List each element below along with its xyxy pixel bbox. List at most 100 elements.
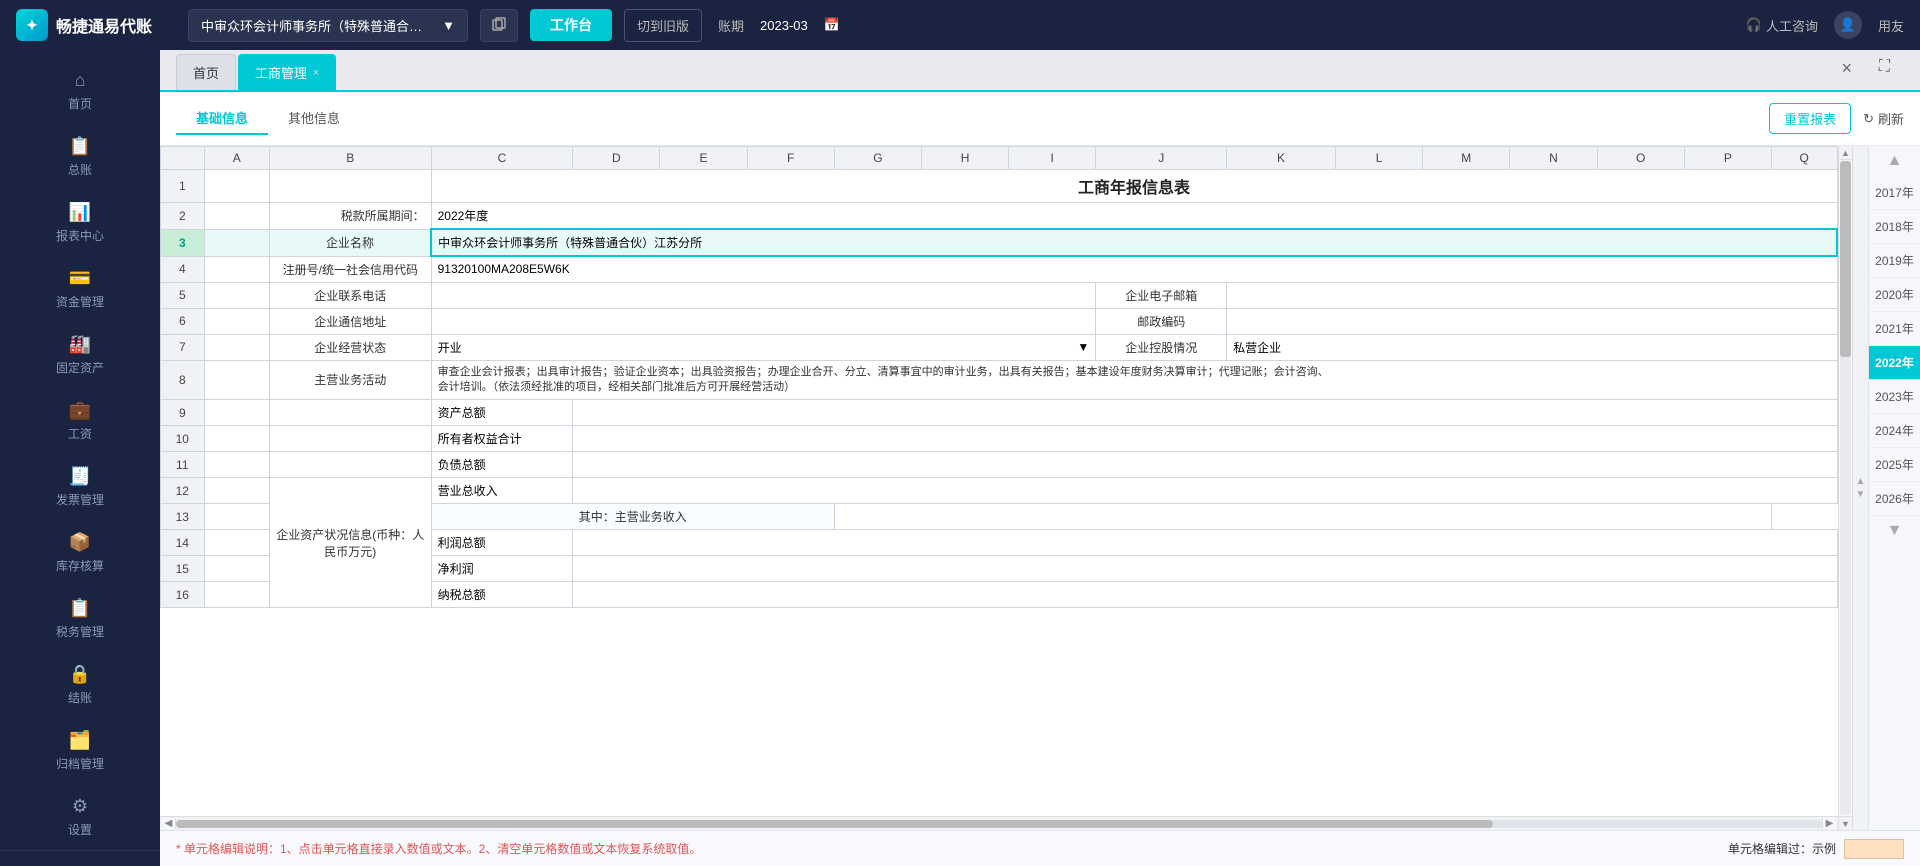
cell-6-K[interactable] (1227, 308, 1837, 334)
cell-10-A[interactable] (204, 426, 269, 452)
year-item-2026[interactable]: 2026年 (1869, 482, 1920, 516)
scroll-down-arrow[interactable]: ▼ (1839, 816, 1852, 830)
vscroll-track[interactable] (1840, 161, 1851, 815)
vertical-scrollbar[interactable]: ▲ ▼ (1838, 146, 1852, 830)
sidebar-item-home[interactable]: ⌂ 首页 (0, 58, 160, 124)
cell-16-A[interactable] (204, 582, 269, 608)
year-item-2018[interactable]: 2018年 (1869, 210, 1920, 244)
cell-10-D[interactable] (573, 426, 1837, 452)
cell-8-A[interactable] (204, 360, 269, 400)
cell-10-B[interactable] (269, 426, 431, 452)
year-item-2024[interactable]: 2024年 (1869, 414, 1920, 448)
scroll-right-arrow[interactable]: ▶ (1822, 818, 1836, 829)
sidebar-item-tax[interactable]: 📋 税务管理 (0, 586, 160, 652)
cell-2-A[interactable] (204, 203, 269, 230)
old-version-button[interactable]: 切到旧版 (624, 9, 702, 42)
cell-7-J[interactable]: 企业控股情况 (1096, 334, 1227, 360)
year-item-2019[interactable]: 2019年 (1869, 244, 1920, 278)
cell-14-A[interactable] (204, 530, 269, 556)
cell-8-B[interactable]: 主营业务活动 (269, 360, 431, 400)
year-item-2022[interactable]: 2022年 (1869, 346, 1920, 380)
cell-6-A[interactable] (204, 308, 269, 334)
sidebar-item-inventory[interactable]: 📦 库存核算 (0, 520, 160, 586)
cell-2-C[interactable]: 2022年度 (431, 203, 1837, 230)
cell-13-C[interactable]: 其中：主营业务收入 (431, 504, 834, 530)
scroll-thumb[interactable] (176, 820, 1493, 828)
cell-5-J[interactable]: 企业电子邮箱 (1096, 282, 1227, 308)
cell-5-B[interactable]: 企业联系电话 (269, 282, 431, 308)
cell-7-C[interactable]: 开业 ▼ (431, 334, 1096, 360)
refresh-button[interactable]: ↻ 刷新 (1863, 109, 1904, 128)
dropdown-arrow-icon[interactable]: ▼ (1077, 340, 1089, 354)
cell-2-B[interactable]: 税款所属期间： (269, 203, 431, 230)
cell-1-title[interactable]: 工商年报信息表 (431, 170, 1837, 203)
sidebar-item-salary[interactable]: 💼 工资 (0, 388, 160, 454)
sidebar-item-report[interactable]: 📊 报表中心 (0, 190, 160, 256)
cell-7-B[interactable]: 企业经营状态 (269, 334, 431, 360)
cell-11-D[interactable] (573, 452, 1837, 478)
sidebar-item-close[interactable]: 🔒 结账 (0, 652, 160, 718)
year-down-button[interactable]: ▼ (1869, 516, 1920, 546)
sidebar-item-archive[interactable]: 🗂️ 归档管理 (0, 718, 160, 784)
cell-11-C[interactable]: 负债总额 (431, 452, 573, 478)
cell-11-A[interactable] (204, 452, 269, 478)
cell-3-A[interactable] (204, 229, 269, 256)
cell-4-C[interactable]: 91320100MA208E5W6K (431, 256, 1837, 282)
cell-16-C[interactable]: 纳税总额 (431, 582, 573, 608)
tab-close-icon[interactable]: × (313, 67, 319, 79)
sub-tab-other[interactable]: 其他信息 (268, 102, 360, 135)
vscroll-thumb[interactable] (1840, 161, 1851, 357)
cell-14-D[interactable] (573, 530, 1837, 556)
cell-11-B[interactable] (269, 452, 431, 478)
cell-4-B[interactable]: 注册号/统一社会信用代码 (269, 256, 431, 282)
cell-5-C[interactable] (431, 282, 1096, 308)
cell-4-A[interactable] (204, 256, 269, 282)
cell-9-B[interactable] (269, 400, 431, 426)
sidebar-item-invoice[interactable]: 🧾 发票管理 (0, 454, 160, 520)
year-item-2017[interactable]: 2017年 (1869, 176, 1920, 210)
cell-5-K[interactable] (1227, 282, 1837, 308)
cell-7-A[interactable] (204, 334, 269, 360)
scroll-track[interactable] (176, 820, 1822, 828)
sidebar-item-ledger[interactable]: 📋 总账 (0, 124, 160, 190)
cell-15-C[interactable]: 净利润 (431, 556, 573, 582)
scroll-up-arrow[interactable]: ▲ (1839, 146, 1852, 160)
cell-7-K[interactable]: 私营企业 (1227, 334, 1837, 360)
horizontal-scrollbar[interactable]: ◀ ▶ (160, 816, 1838, 830)
year-item-2023[interactable]: 2023年 (1869, 380, 1920, 414)
cell-12-D[interactable] (573, 478, 1837, 504)
sidebar-item-settings[interactable]: ⚙ 设置 (0, 784, 160, 850)
cell-15-A[interactable] (204, 556, 269, 582)
service-button[interactable]: 🎧 人工咨询 (1746, 16, 1818, 35)
user-avatar[interactable]: 👤 (1834, 11, 1862, 39)
cell-9-D[interactable] (573, 400, 1837, 426)
cell-6-J[interactable]: 邮政编码 (1096, 308, 1227, 334)
cell-12-A[interactable] (204, 478, 269, 504)
cell-10-C[interactable]: 所有者权益合计 (431, 426, 573, 452)
copy-button[interactable] (480, 9, 518, 42)
spreadsheet-container[interactable]: A B C D E F G H I J (160, 146, 1838, 816)
cell-15-D[interactable] (573, 556, 1837, 582)
scroll-left-arrow[interactable]: ◀ (162, 818, 176, 829)
cell-13-A[interactable] (204, 504, 269, 530)
cell-6-B[interactable]: 企业通信地址 (269, 308, 431, 334)
tab-home[interactable]: 首页 (176, 54, 236, 90)
year-item-2021[interactable]: 2021年 (1869, 312, 1920, 346)
cell-5-A[interactable] (204, 282, 269, 308)
cell-8-C[interactable]: 审查企业会计报表；出具审计报告；验证企业资本；出具验资报告；办理企业合开、分立、… (431, 360, 1837, 400)
year-item-2025[interactable]: 2025年 (1869, 448, 1920, 482)
sidebar-item-fixed[interactable]: 🏭 固定资产 (0, 322, 160, 388)
cell-12-B-merge[interactable]: 企业资产状况信息(币种：人民币万元) (269, 478, 431, 608)
year-up-button[interactable]: ▲ (1869, 146, 1920, 176)
cell-9-A[interactable] (204, 400, 269, 426)
sub-tab-basic[interactable]: 基础信息 (176, 102, 268, 135)
cell-3-B[interactable]: 企业名称 (269, 229, 431, 256)
year-item-2020[interactable]: 2020年 (1869, 278, 1920, 312)
cell-1-B[interactable] (269, 170, 431, 203)
cell-3-C[interactable]: 中审众环会计师事务所（特殊普通合伙）江苏分所 (431, 229, 1837, 256)
cell-16-D[interactable] (573, 582, 1837, 608)
tab-bizreg[interactable]: 工商管理 × (238, 54, 336, 90)
reset-button[interactable]: 重置报表 (1769, 103, 1851, 134)
workbench-button[interactable]: 工作台 (530, 9, 612, 41)
cell-13-G[interactable] (834, 504, 1771, 530)
